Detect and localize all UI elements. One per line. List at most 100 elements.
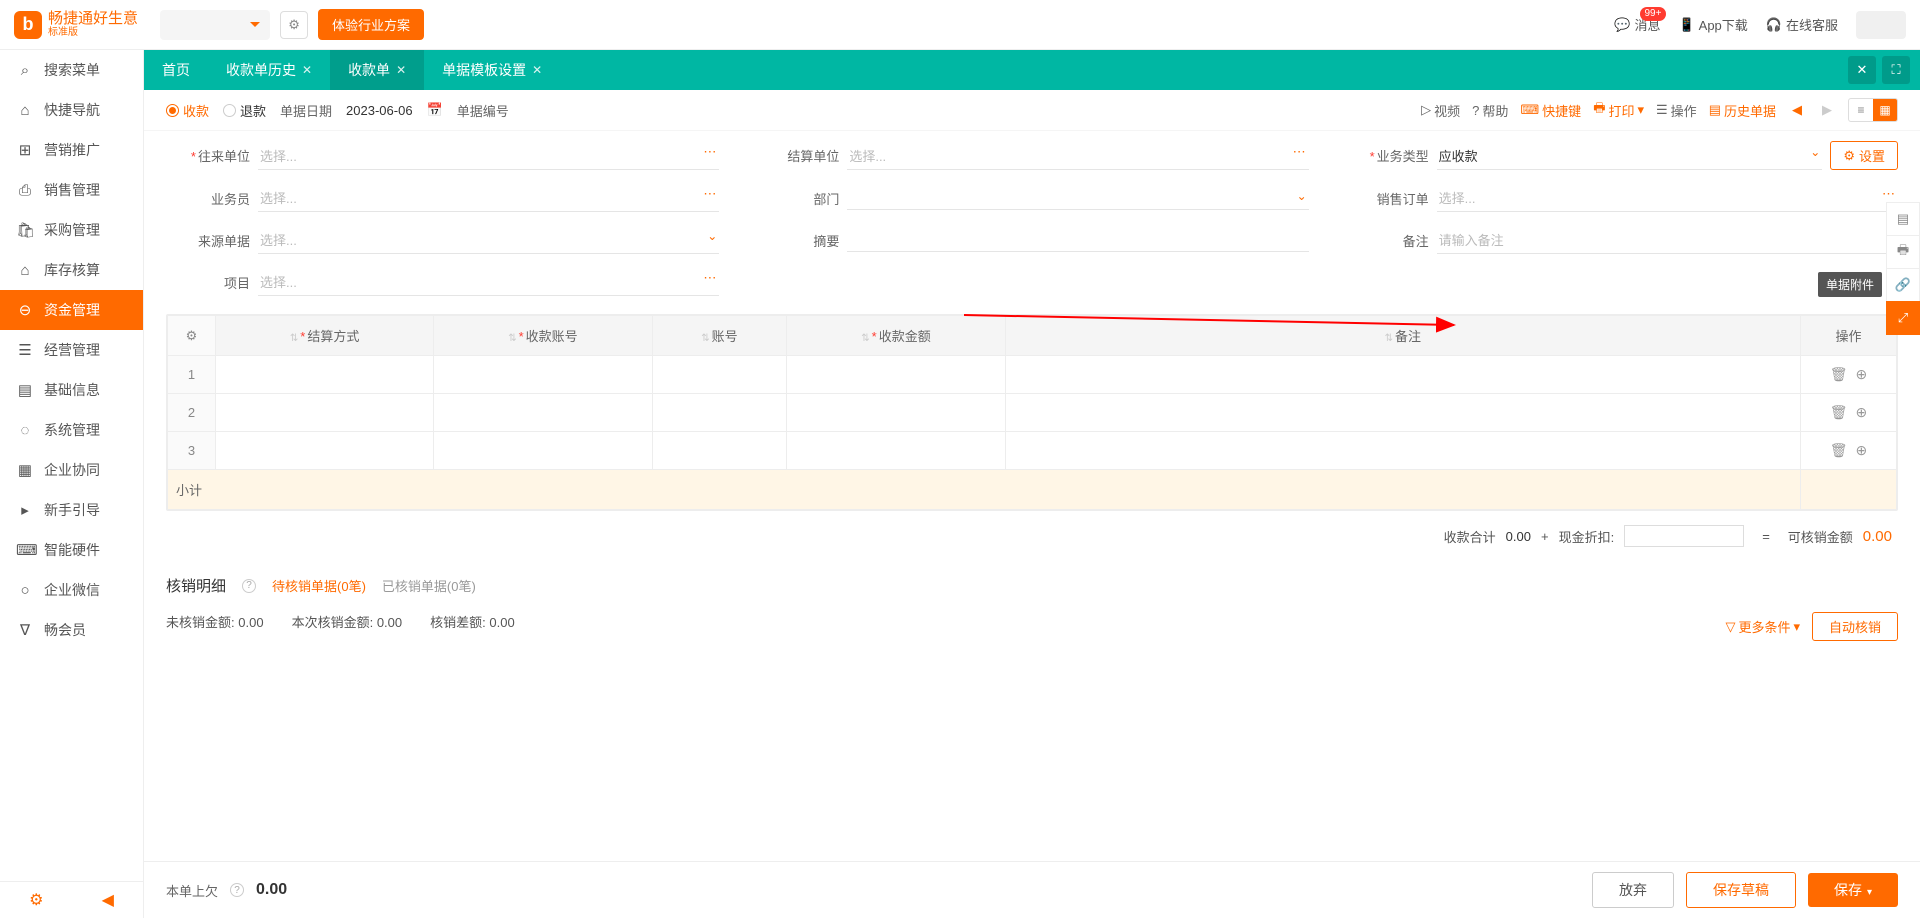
radio-refund[interactable]: 退款 [223,101,266,120]
add-row-icon[interactable]: ⊕ [1856,366,1868,382]
view-grid-icon[interactable]: ▦ [1873,99,1897,121]
help-icon-2[interactable]: ? [230,883,244,897]
help-link[interactable]: ? 帮助 [1472,101,1508,120]
video-link[interactable]: ▷ 视频 [1421,101,1460,120]
col-account[interactable]: ⇅账号 [652,316,787,356]
message-link[interactable]: 💬 消息 99+ [1614,15,1660,34]
source-doc-input[interactable]: 选择...⌄ [258,226,719,254]
sidebar: ⌕搜索菜单⌂快捷导航⊞营销推广⎙销售管理🛍采购管理⌂库存核算⊖资金管理☰经营管理… [0,50,144,918]
rail-attachment-icon[interactable]: 🔗 [1886,268,1920,302]
view-list-icon[interactable]: ≡ [1849,99,1873,121]
tab-done-writeoff[interactable]: 已核销单据(0笔) [382,576,476,595]
radio-receipt[interactable]: 收款 [166,101,209,120]
summary-input[interactable] [847,228,1308,252]
project-input[interactable]: 选择...⋯ [258,268,719,296]
help-icon[interactable]: ? [242,579,256,593]
rail-note-icon[interactable]: ▤ [1886,202,1920,236]
delete-icon[interactable]: 🗑 [1830,442,1848,458]
add-row-icon[interactable]: ⊕ [1856,404,1868,420]
sidebar-item-1[interactable]: ⌂快捷导航 [0,90,143,130]
fullscreen-icon[interactable]: ⛶ [1882,56,1910,84]
discard-button[interactable]: 放弃 [1592,872,1674,908]
date-value[interactable]: 2023-06-06 [346,103,413,118]
trial-industry-button[interactable]: 体验行业方案 [318,9,424,40]
sidebar-item-2[interactable]: ⊞营销推广 [0,130,143,170]
shortcut-link[interactable]: ⌨ 快捷键 [1520,101,1581,120]
auto-writeoff-button[interactable]: 自动核销 [1812,612,1898,641]
online-service-link[interactable]: 🎧 在线客服 [1766,15,1838,34]
sidebar-item-12[interactable]: ⌨智能硬件 [0,530,143,570]
sidebar-item-5[interactable]: ⌂库存核算 [0,250,143,290]
settings-button[interactable]: ⚙ 设置 [1830,141,1898,170]
close-tab-icon[interactable]: ✕ [1848,56,1876,84]
table-row[interactable]: 2 🗑⊕ [168,394,1897,432]
rail-print-icon[interactable]: 🖶 [1886,235,1920,269]
col-settle-method[interactable]: ⇅*结算方式 [216,316,434,356]
rail-expand-icon[interactable]: ⤢ [1886,301,1920,335]
sidebar-item-4[interactable]: 🛍采购管理 [0,210,143,250]
tab-pending-writeoff[interactable]: 待核销单据(0笔) [272,576,366,595]
writeoff-section: 核销明细 ? 待核销单据(0笔) 已核销单据(0笔) 未核销金额: 0.00 本… [166,567,1898,657]
project-label: 项目 [166,273,250,292]
add-row-icon[interactable]: ⊕ [1856,442,1868,458]
next-arrow-icon[interactable]: ▶ [1818,102,1836,118]
sidebar-item-10[interactable]: ▦企业协同 [0,450,143,490]
calendar-icon[interactable]: 📅 [427,102,443,118]
biz-type-select[interactable]: 应收款⌄ [1437,142,1823,170]
sidebar-item-label: 销售管理 [44,180,100,200]
tab-3[interactable]: 单据模板设置✕ [424,50,560,90]
collapse-icon[interactable]: ◀ [102,890,114,910]
partner-input[interactable]: 选择...⋯ [258,142,719,170]
tab-close-icon[interactable]: ✕ [396,63,406,77]
sidebar-item-8[interactable]: ▤基础信息 [0,370,143,410]
sidebar-icon: ▤ [16,381,34,399]
salesman-label: 业务员 [166,189,250,208]
save-button[interactable]: 保存▾ [1808,873,1898,907]
tab-1[interactable]: 收款单历史✕ [208,50,330,90]
gear-column-header[interactable]: ⚙ [168,316,216,356]
col-receipt-account[interactable]: ⇅*收款账号 [434,316,652,356]
print-link[interactable]: 🖶 打印 ▾ [1593,99,1644,121]
tab-close-icon[interactable]: ✕ [532,63,542,77]
delete-icon[interactable]: 🗑 [1830,366,1848,382]
history-link[interactable]: ▤ 历史单据 [1709,101,1776,120]
sales-order-input[interactable]: 选择...⋯ [1437,184,1898,212]
remark-input[interactable]: 请输入备注 [1437,226,1898,254]
sidebar-item-3[interactable]: ⎙销售管理 [0,170,143,210]
gear-icon[interactable]: ⚙ [280,11,308,39]
sidebar-item-0[interactable]: ⌕搜索菜单 [0,50,143,90]
table-row[interactable]: 1 🗑⊕ [168,356,1897,394]
discount-input[interactable] [1624,525,1744,547]
totals-row: 收款合计 0.00 + 现金折扣: = 可核销金额 0.00 [166,511,1898,561]
settle-unit-input[interactable]: 选择...⋯ [847,142,1308,170]
company-selector[interactable] [160,10,270,40]
settings-icon[interactable]: ⚙ [29,890,43,910]
tab-close-icon[interactable]: ✕ [302,63,312,77]
sidebar-item-14[interactable]: ∇畅会员 [0,610,143,650]
sidebar-icon: ⌂ [16,102,34,119]
detail-table: ⚙ ⇅*结算方式 ⇅*收款账号 ⇅账号 ⇅*收款金额 ⇅备注 操作 1 🗑⊕2 … [166,314,1898,511]
bottom-bar: 本单上欠 ? 0.00 放弃 保存草稿 保存▾ [144,861,1920,918]
sidebar-item-9[interactable]: ◌系统管理 [0,410,143,450]
operation-link[interactable]: ☰ 操作 [1656,101,1697,120]
more-conditions-link[interactable]: ▽ 更多条件 ▾ [1725,617,1800,636]
prev-arrow-icon[interactable]: ◀ [1788,102,1806,118]
delete-icon[interactable]: 🗑 [1830,404,1848,420]
sidebar-item-13[interactable]: ○企业微信 [0,570,143,610]
tab-0[interactable]: 首页 [144,50,208,90]
sidebar-item-11[interactable]: ▸新手引导 [0,490,143,530]
dept-label: 部门 [755,189,839,208]
app-download-link[interactable]: 📱 App下载 [1678,15,1747,34]
phone-icon: 📱 [1678,17,1694,33]
tab-2[interactable]: 收款单✕ [330,50,424,90]
col-receipt-amount[interactable]: ⇅*收款金额 [787,316,1005,356]
col-remark[interactable]: ⇅备注 [1005,316,1800,356]
table-row[interactable]: 3 🗑⊕ [168,432,1897,470]
sidebar-item-label: 搜索菜单 [44,60,100,80]
salesman-input[interactable]: 选择...⋯ [258,184,719,212]
save-draft-button[interactable]: 保存草稿 [1686,872,1796,908]
dept-input[interactable]: ⌄ [847,186,1308,210]
sidebar-item-7[interactable]: ☰经营管理 [0,330,143,370]
sidebar-item-6[interactable]: ⊖资金管理 [0,290,143,330]
user-avatar[interactable] [1856,11,1906,39]
